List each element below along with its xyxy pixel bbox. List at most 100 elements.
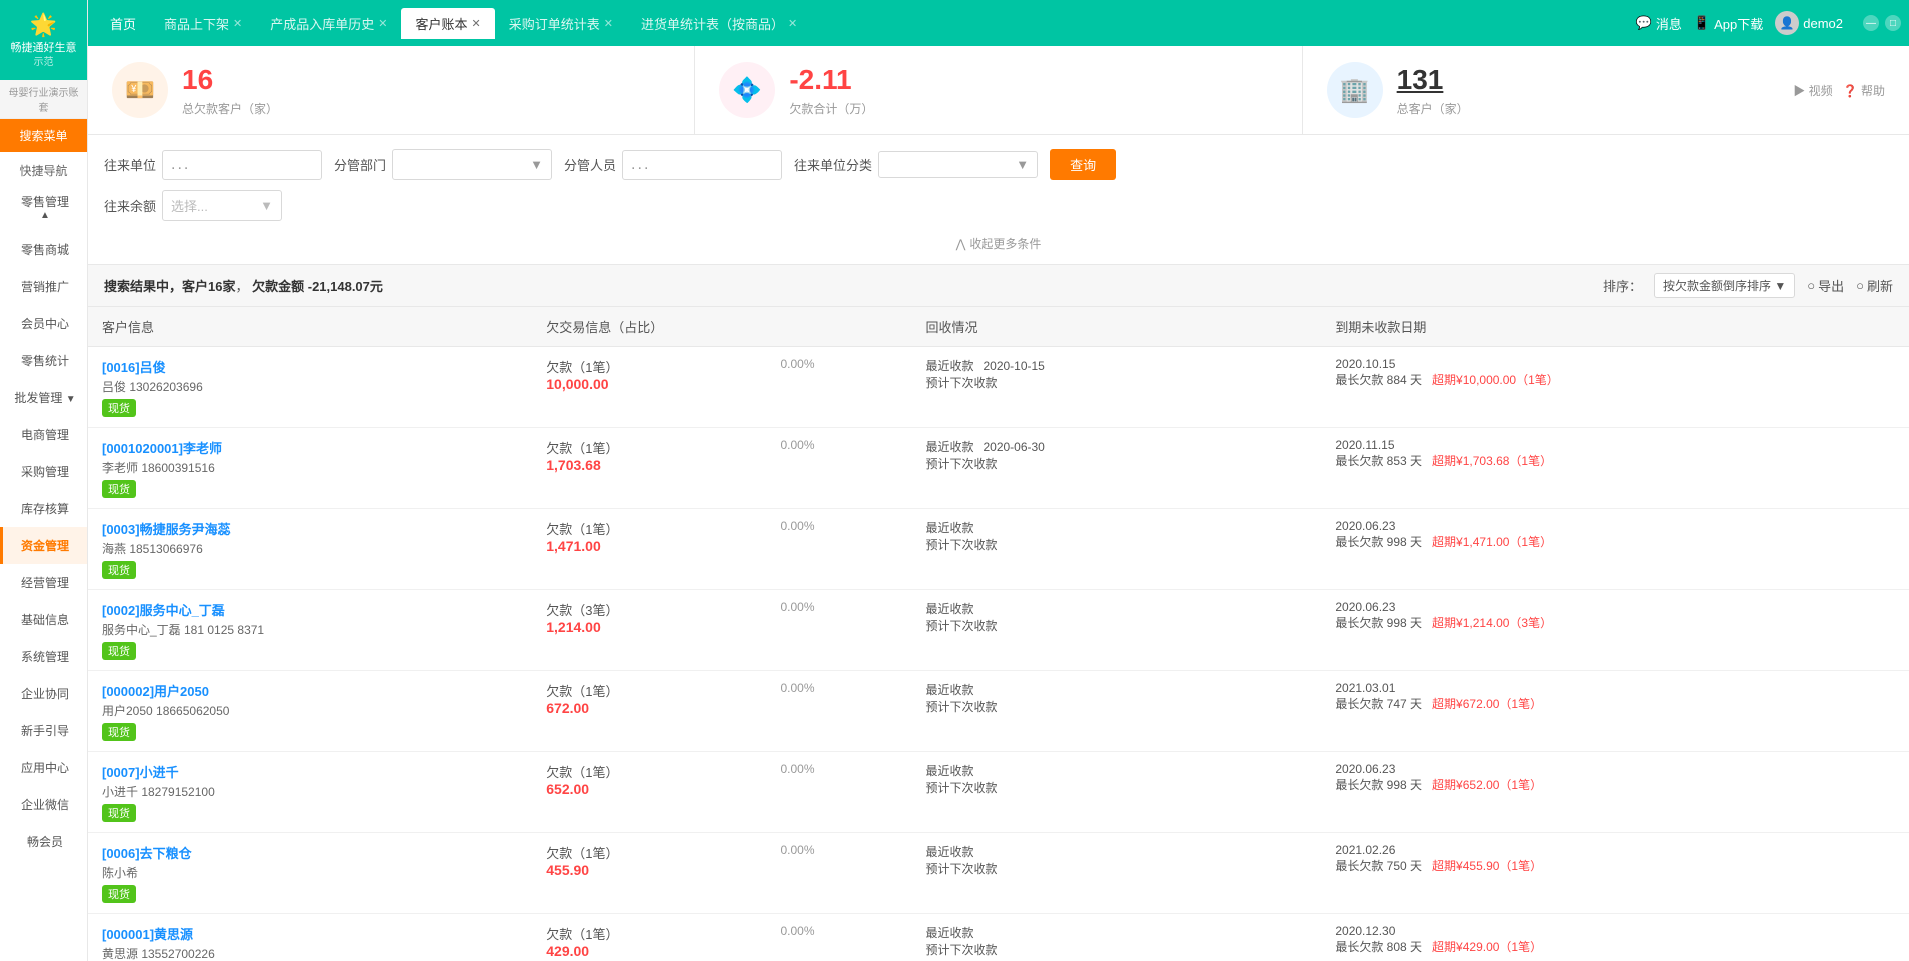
app-name: 畅捷通好生意 [0,41,87,56]
overdue-link[interactable]: 超期¥652.00（1笔） [1432,778,1542,792]
sidebar-logo[interactable]: 🌟 畅捷通好生意 示范 [0,0,87,80]
tab-home[interactable]: 首页 [96,8,150,39]
maximize-btn[interactable]: □ [1885,15,1901,31]
tab-product-history[interactable]: 产成品入库单历史 ✕ [256,8,401,39]
result-bar: 搜索结果中，客户16家， 欠款金额 -21,148.07元 排序： 按欠款金额倒… [88,265,1909,307]
customer-name-link[interactable]: [0007]小进千 [102,765,179,780]
sidebar-item-vip[interactable]: 畅会员 [0,823,87,860]
overdue-link[interactable]: 超期¥672.00（1笔） [1432,697,1542,711]
recent-label: 最近收款 [925,519,1241,536]
overdue-link[interactable]: 超期¥1,703.68（1笔） [1432,454,1552,468]
sidebar-item-retail-shop[interactable]: 零售商城 [0,231,87,268]
sidebar-item-basic-info[interactable]: 基础信息 [0,601,87,638]
customer-name-link[interactable]: [0002]服务中心_丁磊 [102,603,225,618]
export-btn[interactable]: ○ 导出 [1807,276,1844,295]
summary-card-total-customers: 🏢 131 总客户（家） ▶ 视频 ❓ 帮助 [1303,46,1909,134]
refresh-btn[interactable]: ○ 刷新 [1856,276,1893,295]
quick-nav-label[interactable]: 快捷导航 [0,152,87,183]
debt-amount-icon: 💠 [719,62,775,118]
sort-select[interactable]: 按欠款金额倒序排序 ▼ [1654,273,1795,298]
due-date-value: 2021.03.01 [1335,681,1895,695]
tab-purchase-stats[interactable]: 采购订单统计表 ✕ [495,8,627,39]
debt-amount-link[interactable]: 672.00 [546,700,752,716]
debt-count: 欠款（1笔） [546,681,752,700]
sidebar-item-guide[interactable]: 新手引导 [0,712,87,749]
overdue-link[interactable]: 超期¥455.90（1笔） [1432,859,1542,873]
cell-recent-collection: 最近收款 预计下次收款 [911,914,1255,961]
due-date-value: 2020.06.23 [1335,762,1895,776]
cell-debt-count: 欠款（1笔） 1,703.68 [532,428,766,509]
tab-instock-stats[interactable]: 进货单统计表（按商品） ✕ [627,8,811,39]
close-icon[interactable]: ✕ [472,17,481,30]
sidebar-item-member[interactable]: 会员中心 [0,305,87,342]
debt-count: 欠款（1笔） [546,357,752,376]
sidebar-item-retail-stats[interactable]: 零售统计 [0,342,87,379]
collapse-bar[interactable]: ⋀ 收起更多条件 [104,231,1893,256]
balance-filter-field: 往来余额 选择... ▼ [104,190,282,221]
search-menu-btn[interactable]: 搜索菜单 [0,119,87,152]
customer-name-link[interactable]: [0003]畅捷服务尹海蕊 [102,522,231,537]
overdue-link[interactable]: 超期¥10,000.00（1笔） [1432,373,1559,387]
balance-filter-select[interactable]: 选择... ▼ [162,190,282,221]
sidebar-item-app-center[interactable]: 应用中心 [0,749,87,786]
customer-filter-input[interactable]: ... [162,150,322,180]
next-collection-label: 预计下次收款 [925,860,1241,877]
video-btn[interactable]: ▶ 视频 [1793,82,1832,99]
customer-name-link[interactable]: [0016]吕俊 [102,360,166,375]
person-filter-field: 分管人员 ... [564,150,782,180]
customer-phone: 黄思源 13552700226 [102,945,518,961]
sidebar-item-batch-mgmt[interactable]: 批发管理 ▼ [0,379,87,416]
sidebar-item-wechat-biz[interactable]: 企业微信 [0,786,87,823]
tab-products-offshelf[interactable]: 商品上下架 ✕ [150,8,256,39]
debt-amount-link[interactable]: 652.00 [546,781,752,797]
dept-filter-select[interactable]: ▼ [392,149,552,180]
customer-name-link[interactable]: [000002]用户2050 [102,684,209,699]
close-icon[interactable]: ✕ [233,17,242,30]
close-icon[interactable]: ✕ [788,17,797,30]
cell-collection-detail [1256,509,1321,590]
overdue-link[interactable]: 超期¥1,471.00（1笔） [1432,535,1552,549]
debt-customers-label: 总欠款客户（家） [182,100,278,117]
debt-amount-link[interactable]: 1,703.68 [546,457,752,473]
next-collection-label: 预计下次收款 [925,617,1241,634]
message-btn[interactable]: 💬 消息 [1636,14,1682,33]
customer-name-link[interactable]: [0006]去下粮仓 [102,846,192,861]
sidebar-item-inventory[interactable]: 库存核算 [0,490,87,527]
debt-amount-link[interactable]: 10,000.00 [546,376,752,392]
cell-debt-pct: 0.00% [767,671,912,752]
help-btn[interactable]: ❓ 帮助 [1843,82,1885,99]
close-icon[interactable]: ✕ [378,17,387,30]
search-button[interactable]: 查询 [1050,149,1116,180]
sidebar-item-purchase[interactable]: 采购管理 [0,453,87,490]
sidebar-item-system[interactable]: 系统管理 [0,638,87,675]
sidebar-item-retail-mgmt[interactable]: 零售管理 ▲ [0,183,87,231]
close-icon[interactable]: ✕ [604,17,613,30]
debt-amount-label: 欠款合计（万） [789,100,873,117]
debt-count: 欠款（1笔） [546,843,752,862]
debt-amount-link[interactable]: 455.90 [546,862,752,878]
debt-amount-num: -2.11 [789,64,873,96]
cell-customer-info: [0016]吕俊 吕俊 13026203696 现货 [88,347,532,428]
customer-name-link[interactable]: [000001]黄思源 [102,927,193,942]
result-amount-label: 欠款金额 [252,279,304,294]
tab-customer-account[interactable]: 客户账本 ✕ [401,8,494,39]
sidebar-item-finance[interactable]: 资金管理 [0,527,87,564]
minimize-btn[interactable]: — [1863,15,1879,31]
sidebar-item-marketing[interactable]: 营销推广 [0,268,87,305]
overdue-link[interactable]: 超期¥429.00（1笔） [1432,940,1542,954]
sidebar-item-enterprise[interactable]: 企业协同 [0,675,87,712]
cell-recent-collection: 最近收款 预计下次收款 [911,671,1255,752]
category-filter-select[interactable]: ▼ [878,151,1038,178]
sidebar-item-ecommerce[interactable]: 电商管理 [0,416,87,453]
user-avatar[interactable]: 👤 demo2 [1775,11,1843,35]
debt-amount-link[interactable]: 1,214.00 [546,619,752,635]
cell-debt-count: 欠款（1笔） 1,471.00 [532,509,766,590]
customer-name-link[interactable]: [0001020001]李老师 [102,441,222,456]
app-download-btn[interactable]: 📱 App下载 [1694,14,1763,33]
cell-customer-info: [000002]用户2050 用户2050 18665062050 现货 [88,671,532,752]
person-filter-input[interactable]: ... [622,150,782,180]
debt-amount-link[interactable]: 1,471.00 [546,538,752,554]
debt-amount-link[interactable]: 429.00 [546,943,752,959]
overdue-link[interactable]: 超期¥1,214.00（3笔） [1432,616,1552,630]
sidebar-item-operations[interactable]: 经营管理 [0,564,87,601]
